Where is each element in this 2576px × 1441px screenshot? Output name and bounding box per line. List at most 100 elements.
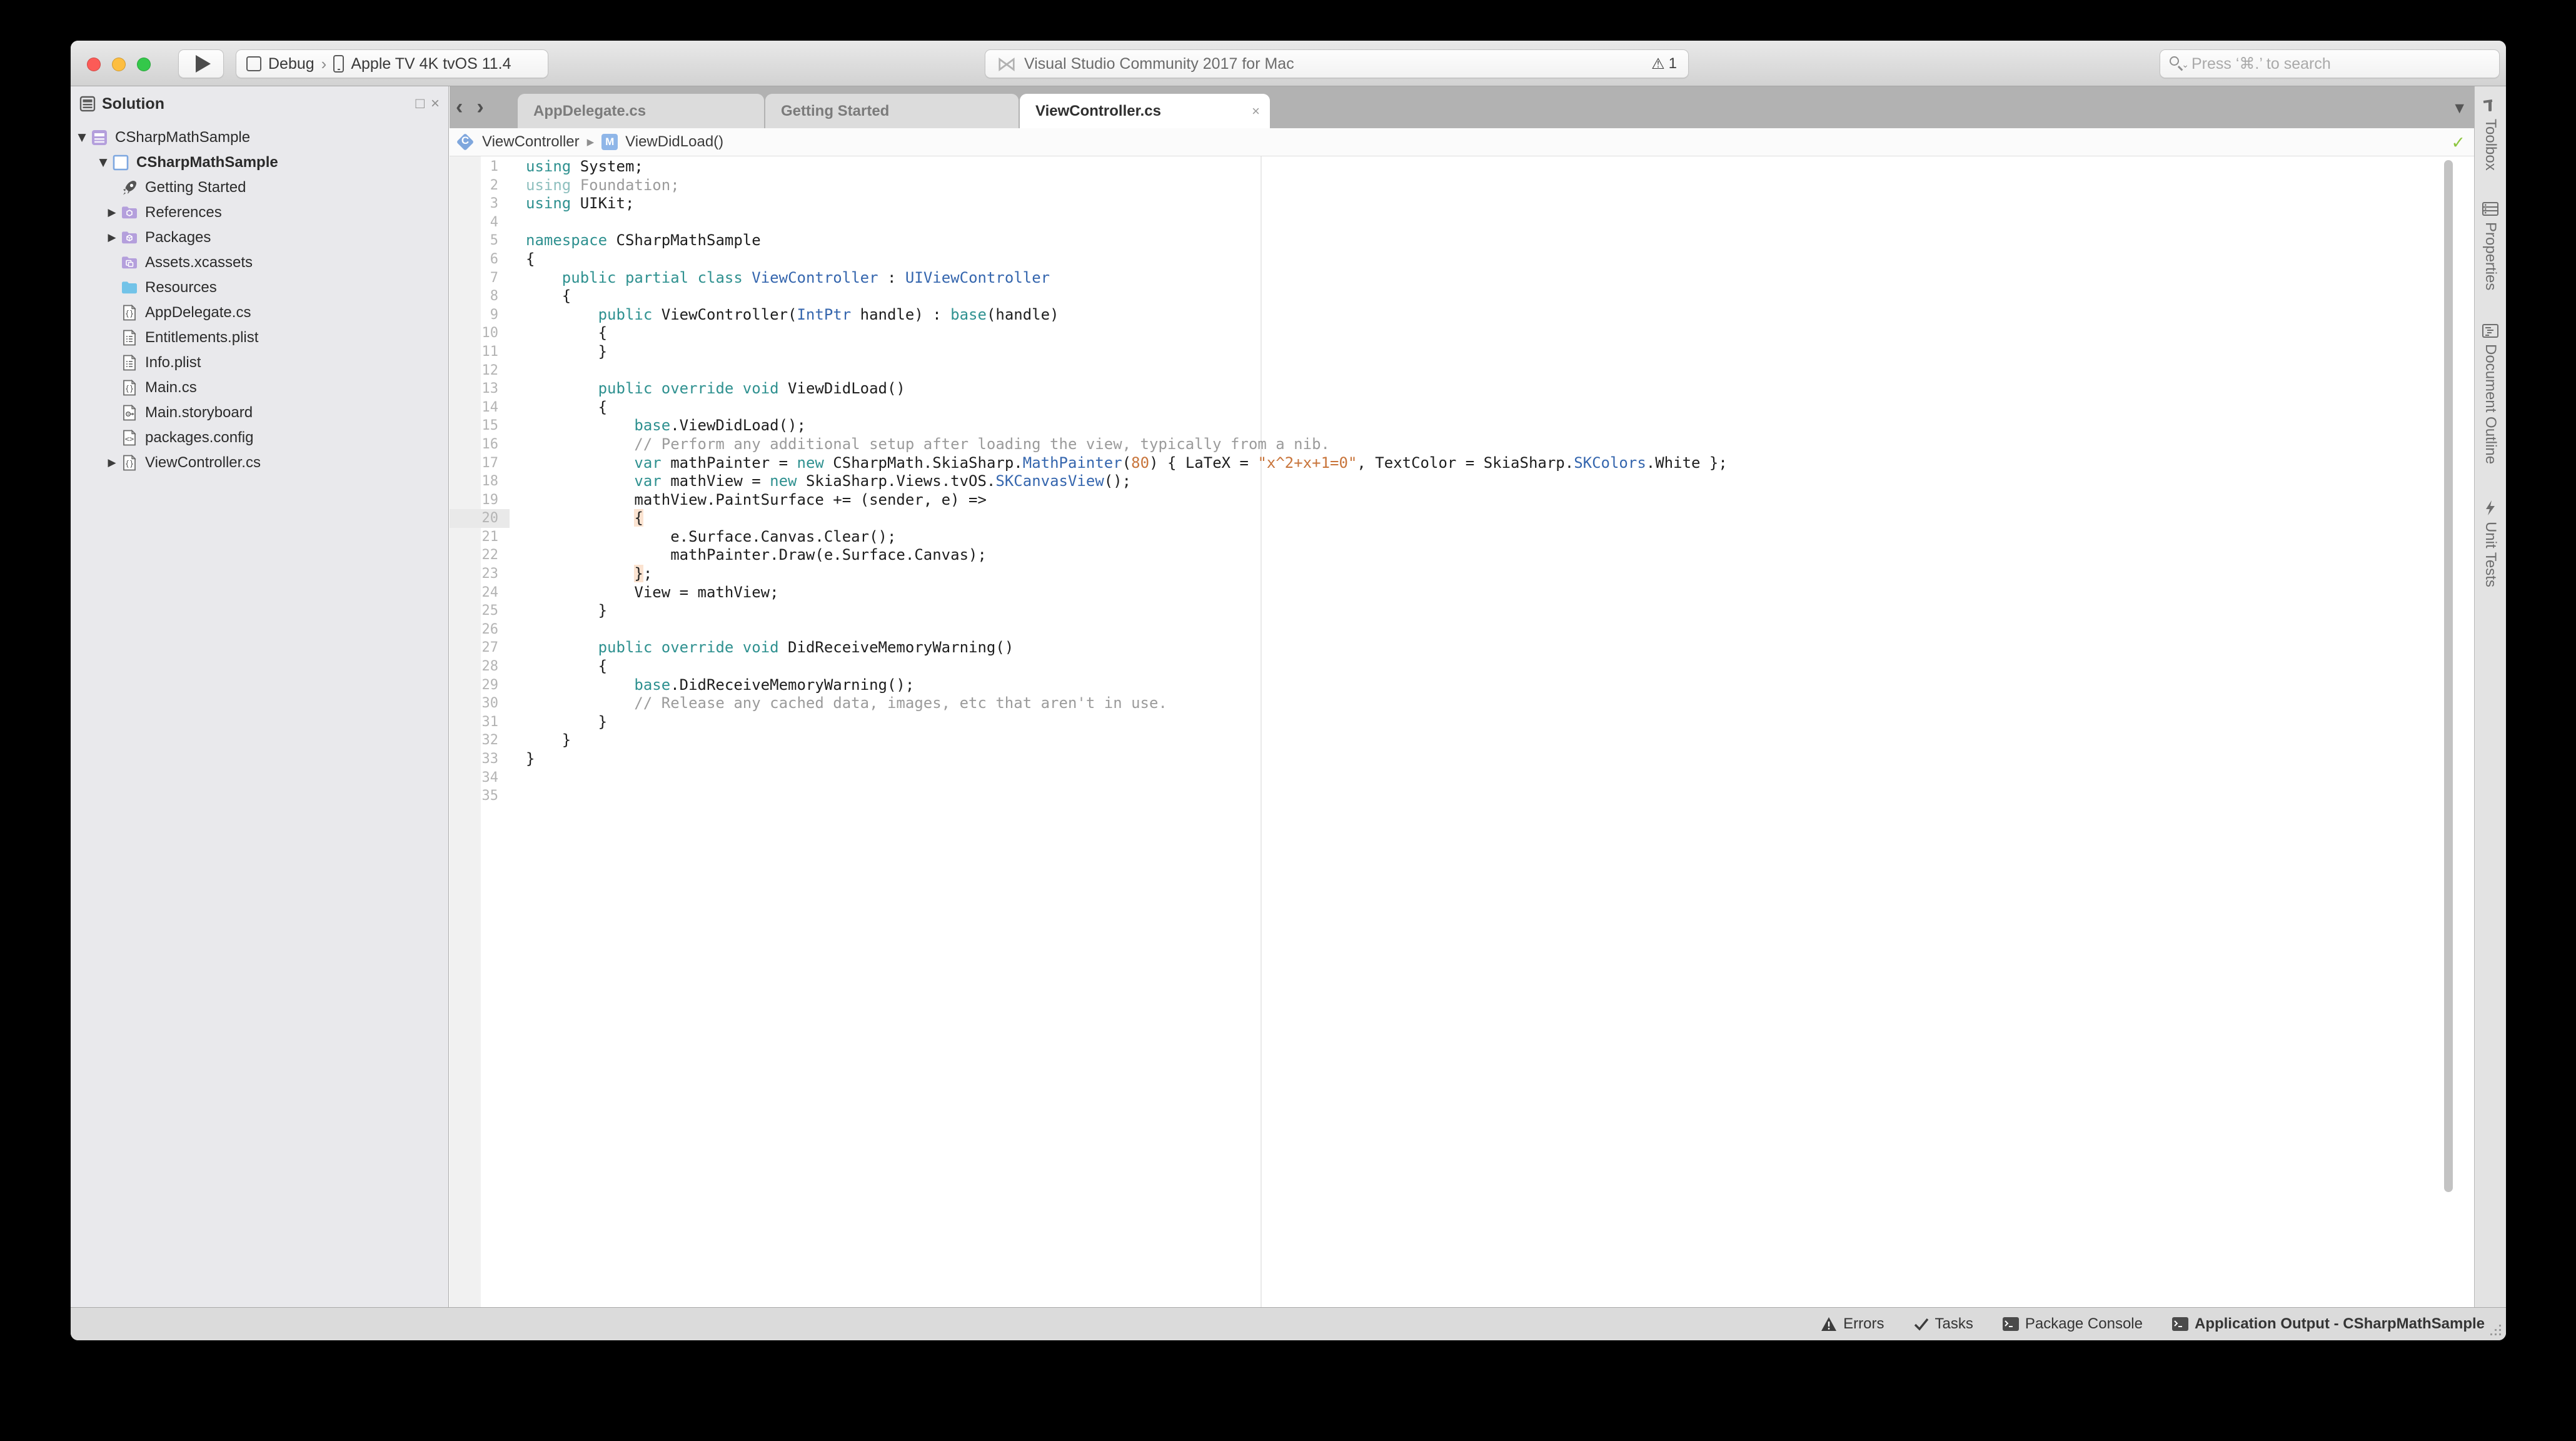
line-number[interactable]: 14 <box>450 398 510 417</box>
dock-tab-unit-tests[interactable]: Unit Tests <box>2482 499 2499 587</box>
code-line[interactable]: 20 { <box>450 509 2474 528</box>
dock-pad-icon[interactable]: □ <box>415 96 425 111</box>
line-number[interactable]: 31 <box>450 713 510 732</box>
line-number[interactable]: 5 <box>450 231 510 250</box>
sidebar-item-assets-xcassets[interactable]: Assets.xcassets <box>71 250 448 275</box>
navigate-back-button[interactable]: ‹ <box>456 95 463 119</box>
code-line[interactable]: 3 using UIKit; <box>450 195 2474 213</box>
code-health-check-icon[interactable]: ✓ <box>2451 133 2465 153</box>
line-number[interactable]: 21 <box>450 528 510 547</box>
line-number[interactable]: 3 <box>450 195 510 213</box>
navigate-forward-button[interactable]: › <box>476 95 483 119</box>
code-line[interactable]: 15 base.ViewDidLoad(); <box>450 417 2474 435</box>
line-number[interactable]: 9 <box>450 306 510 325</box>
sidebar-item-main-storyboard[interactable]: Main.storyboard <box>71 400 448 425</box>
code-line[interactable]: 30 // Release any cached data, images, e… <box>450 694 2474 713</box>
sidebar-item-appdelegate-cs[interactable]: {} AppDelegate.cs <box>71 300 448 325</box>
code-line[interactable]: 24 View = mathView; <box>450 584 2474 602</box>
code-line[interactable]: 10 { <box>450 324 2474 343</box>
code-editor[interactable]: 1 using System; 2 using Foundation; 3 using U… <box>450 156 2474 1307</box>
line-number[interactable]: 12 <box>450 362 510 380</box>
code-line[interactable]: 11 } <box>450 343 2474 362</box>
line-number[interactable]: 19 <box>450 491 510 510</box>
code-line[interactable]: 13 public override void ViewDidLoad() <box>450 380 2474 398</box>
zoom-window-button[interactable] <box>137 58 151 71</box>
code-line[interactable]: 23 }; <box>450 565 2474 584</box>
sidebar-item-info-plist[interactable]: Info.plist <box>71 350 448 375</box>
code-line[interactable]: 16 // Perform any additional setup after… <box>450 435 2474 454</box>
sidebar-item-entitlements-plist[interactable]: Entitlements.plist <box>71 325 448 350</box>
close-tab-icon[interactable]: × <box>1252 103 1260 119</box>
code-line[interactable]: 19 mathView.PaintSurface += (sender, e) … <box>450 491 2474 510</box>
disclosure-down-icon[interactable]: ▼ <box>74 131 90 144</box>
line-number[interactable]: 28 <box>450 657 510 676</box>
line-number[interactable]: 30 <box>450 694 510 713</box>
sidebar-item-resources[interactable]: Resources <box>71 275 448 300</box>
dock-tab-document-outline[interactable]: Document Outline <box>2481 323 2500 464</box>
code-line[interactable]: 31 } <box>450 713 2474 732</box>
line-number[interactable]: 2 <box>450 176 510 195</box>
tab-getting-started[interactable]: Getting Started <box>765 94 1019 128</box>
line-number[interactable]: 13 <box>450 380 510 398</box>
breadcrumb-method[interactable]: ViewDidLoad() <box>625 133 723 151</box>
line-number[interactable]: 18 <box>450 472 510 491</box>
code-line[interactable]: 26 <box>450 620 2474 639</box>
run-configuration-selector[interactable]: Debug › Apple TV 4K tvOS 11.4 <box>236 49 548 78</box>
line-number[interactable]: 24 <box>450 584 510 602</box>
code-line[interactable]: 17 var mathPainter = new CSharpMath.Skia… <box>450 454 2474 473</box>
tab-viewcontroller-cs[interactable]: ViewController.cs × <box>1020 94 1270 128</box>
code-line[interactable]: 5 namespace CSharpMathSample <box>450 231 2474 250</box>
code-line[interactable]: 22 mathPainter.Draw(e.Surface.Canvas); <box>450 546 2474 565</box>
line-number[interactable]: 26 <box>450 620 510 639</box>
line-number[interactable]: 15 <box>450 417 510 435</box>
sidebar-item-getting-started[interactable]: Getting Started <box>71 175 448 200</box>
close-pad-icon[interactable]: × <box>431 96 440 111</box>
resize-grip[interactable] <box>2489 1323 2503 1337</box>
dock-tab-properties[interactable]: Properties <box>2481 201 2500 290</box>
line-number[interactable]: 7 <box>450 269 510 288</box>
editor-scrollbar-thumb[interactable] <box>2444 160 2453 1192</box>
line-number[interactable]: 25 <box>450 602 510 620</box>
minimize-window-button[interactable] <box>112 58 126 71</box>
line-number[interactable]: 34 <box>450 769 510 787</box>
sidebar-item-csharpmathsample[interactable]: ▼ CSharpMathSample <box>71 125 448 150</box>
run-button[interactable] <box>178 49 224 78</box>
line-number[interactable]: 8 <box>450 287 510 306</box>
code-line[interactable]: 35 <box>450 787 2474 806</box>
status-pad-package-console[interactable]: Package Console <box>2002 1315 2143 1333</box>
line-number[interactable]: 20 <box>450 509 510 528</box>
status-pad-application-output-csharpmathsample[interactable]: Application Output - CSharpMathSample <box>2171 1315 2485 1333</box>
code-line[interactable]: 21 e.Surface.Canvas.Clear(); <box>450 528 2474 547</box>
line-number[interactable]: 27 <box>450 639 510 657</box>
line-number[interactable]: 10 <box>450 324 510 343</box>
code-line[interactable]: 18 var mathView = new SkiaSharp.Views.tv… <box>450 472 2474 491</box>
code-line[interactable]: 12 <box>450 362 2474 380</box>
line-number[interactable]: 6 <box>450 250 510 269</box>
line-number[interactable]: 16 <box>450 435 510 454</box>
status-pad-errors[interactable]: Errors <box>1820 1315 1884 1333</box>
sidebar-item-viewcontroller-cs[interactable]: ▶ {} ViewController.cs <box>71 450 448 475</box>
sidebar-item-csharpmathsample[interactable]: ▼ CSharpMathSample <box>71 150 448 175</box>
code-line[interactable]: 8 { <box>450 287 2474 306</box>
sidebar-item-packages-config[interactable]: <> packages.config <box>71 425 448 450</box>
code-line[interactable]: 14 { <box>450 398 2474 417</box>
code-line[interactable]: 33} <box>450 750 2474 769</box>
sidebar-item-main-cs[interactable]: {} Main.cs <box>71 375 448 400</box>
code-line[interactable]: 9 public ViewController(IntPtr handle) :… <box>450 306 2474 325</box>
status-pad-tasks[interactable]: Tasks <box>1913 1315 1973 1333</box>
code-line[interactable]: 32 } <box>450 731 2474 750</box>
code-line[interactable]: 27 public override void DidReceiveMemory… <box>450 639 2474 657</box>
disclosure-down-icon[interactable]: ▼ <box>95 156 111 169</box>
disclosure-right-icon[interactable]: ▶ <box>104 231 120 244</box>
warning-count-button[interactable]: ⚠ 1 <box>1651 55 1677 73</box>
code-line[interactable]: 4 <box>450 213 2474 232</box>
line-number[interactable]: 35 <box>450 787 510 806</box>
close-window-button[interactable] <box>87 58 101 71</box>
line-number[interactable]: 23 <box>450 565 510 584</box>
code-line[interactable]: 28 { <box>450 657 2474 676</box>
disclosure-right-icon[interactable]: ▶ <box>104 206 120 219</box>
line-number[interactable]: 32 <box>450 731 510 750</box>
dock-tab-toolbox[interactable]: Toolbox <box>2481 98 2500 171</box>
sidebar-item-packages[interactable]: ▶ Packages <box>71 225 448 250</box>
line-number[interactable]: 11 <box>450 343 510 362</box>
